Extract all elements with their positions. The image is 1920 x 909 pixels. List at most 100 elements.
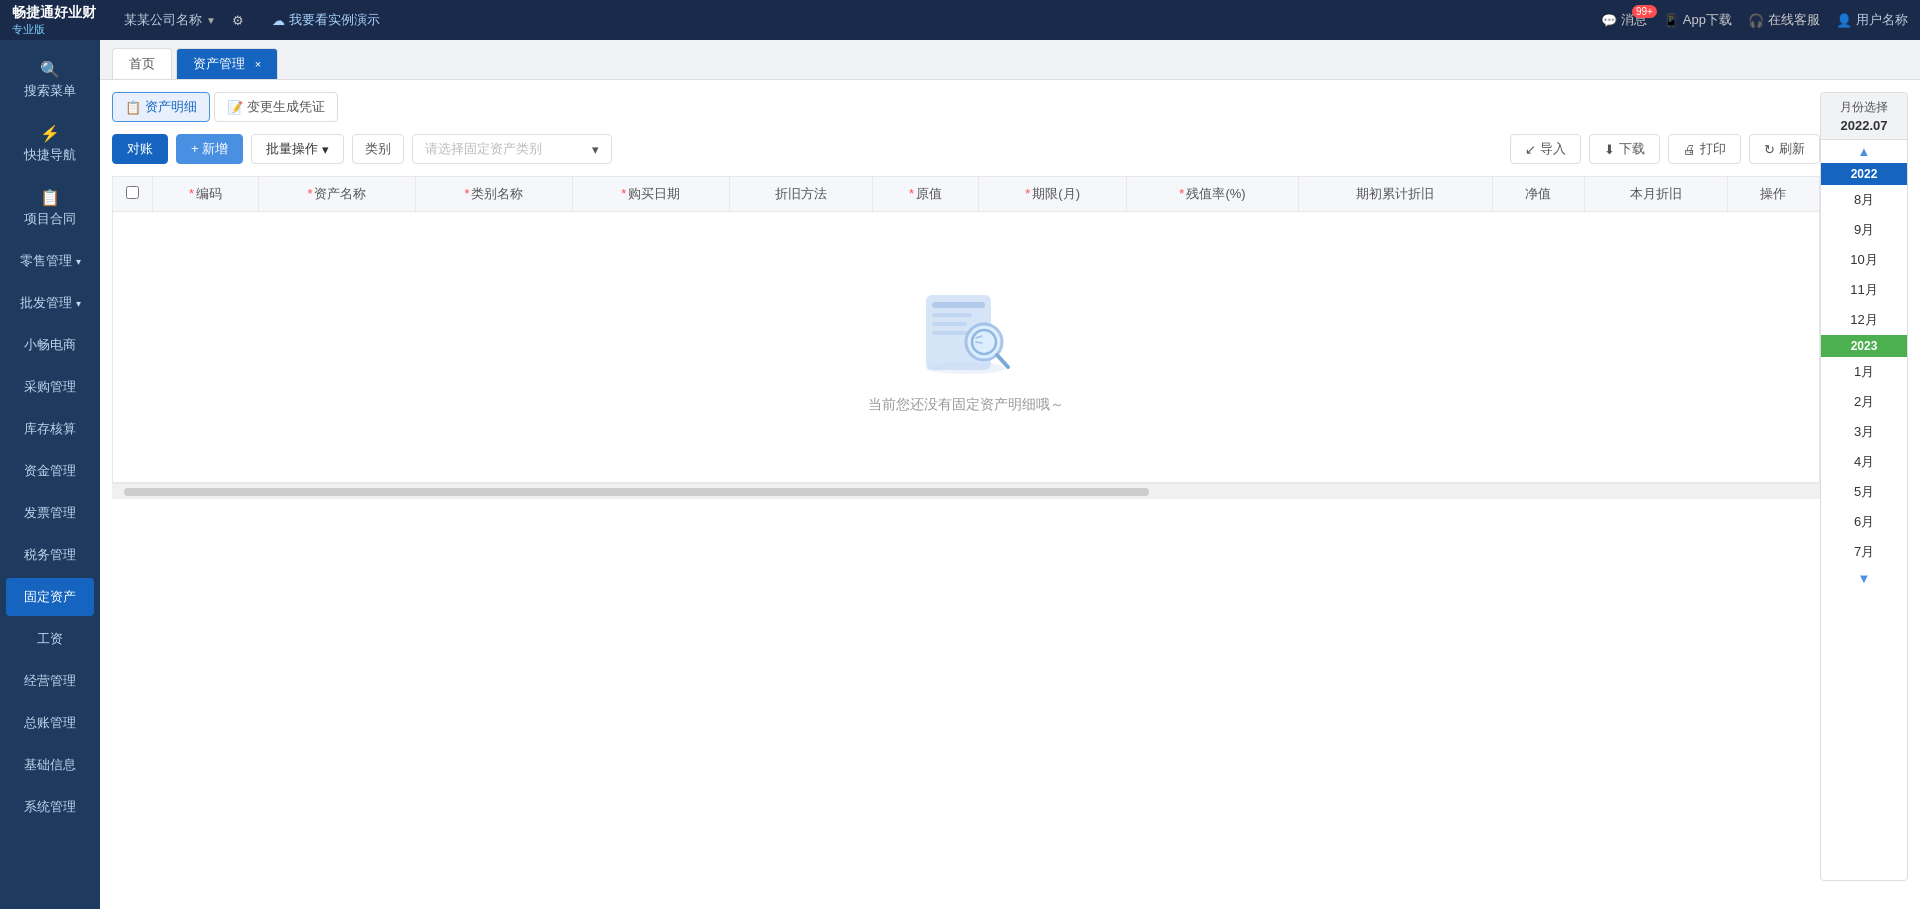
sidebar-label-search: 搜索菜单: [24, 82, 76, 100]
sidebar-item-system[interactable]: 系统管理: [6, 788, 94, 826]
app-download-button[interactable]: 📱 App下载: [1663, 11, 1732, 29]
download-button[interactable]: ⬇ 下载: [1589, 134, 1660, 164]
sidebar-item-ledger[interactable]: 总账管理: [6, 704, 94, 742]
sidebar-item-operations[interactable]: 经营管理: [6, 662, 94, 700]
sidebar-item-search[interactable]: 🔍 搜索菜单: [6, 50, 94, 110]
sidebar-label-purchase: 采购管理: [24, 378, 76, 396]
user-menu[interactable]: 👤 用户名称: [1836, 11, 1908, 29]
print-label: 打印: [1700, 140, 1726, 158]
month-2023-5[interactable]: 5月: [1821, 477, 1907, 507]
sub-tab-detail-label: 资产明细: [145, 98, 197, 116]
horizontal-scrollbar[interactable]: [112, 483, 1820, 499]
tab-asset-management[interactable]: 资产管理 ×: [176, 48, 278, 79]
month-2023-2[interactable]: 2月: [1821, 387, 1907, 417]
download-label: 下载: [1619, 140, 1645, 158]
month-2022-11[interactable]: 11月: [1821, 275, 1907, 305]
month-2022-8[interactable]: 8月: [1821, 185, 1907, 215]
import-button[interactable]: ↙ 导入: [1510, 134, 1581, 164]
close-tab-icon[interactable]: ×: [255, 58, 261, 70]
month-next-btn[interactable]: ▼: [1821, 567, 1907, 590]
month-2023-3[interactable]: 3月: [1821, 417, 1907, 447]
sidebar-item-fixed-assets[interactable]: 固定资产: [6, 578, 94, 616]
svg-rect-3: [932, 313, 972, 317]
reconcile-label: 对账: [127, 140, 153, 158]
month-panel: 月份选择 2022.07 ▲ 2022 8月 9月 10月 11月 12月 20…: [1820, 92, 1908, 881]
sidebar-label-tax: 税务管理: [24, 546, 76, 564]
demo-text: 我要看实例演示: [289, 11, 380, 29]
reconcile-button[interactable]: 对账: [112, 134, 168, 164]
message-icon: 💬: [1601, 13, 1617, 28]
month-2022-9[interactable]: 9月: [1821, 215, 1907, 245]
quick-nav-icon: ⚡: [40, 124, 60, 143]
add-label: + 新增: [191, 140, 228, 158]
sidebar-label-ledger: 总账管理: [24, 714, 76, 732]
refresh-button[interactable]: ↻ 刷新: [1749, 134, 1820, 164]
empty-state: 当前您还没有固定资产明细哦～: [123, 220, 1809, 474]
sidebar-label-quick-nav: 快捷导航: [24, 146, 76, 164]
chevron-down-icon: ▼: [206, 15, 216, 26]
company-selector[interactable]: 某某公司名称 ▼: [124, 11, 216, 29]
sidebar-label-basic-info: 基础信息: [24, 756, 76, 774]
sidebar-item-finance[interactable]: 资金管理: [6, 452, 94, 490]
print-icon: 🖨: [1683, 142, 1696, 157]
month-2022-10[interactable]: 10月: [1821, 245, 1907, 275]
select-all-checkbox[interactable]: [126, 186, 139, 199]
category-filter[interactable]: 类别: [352, 134, 404, 164]
month-2023-4[interactable]: 4月: [1821, 447, 1907, 477]
tab-asset-label: 资产管理: [193, 56, 245, 71]
sub-tab-asset-detail[interactable]: 📋 资产明细: [112, 92, 210, 122]
sidebar-item-salary[interactable]: 工资: [6, 620, 94, 658]
settings-icon[interactable]: ⚙: [232, 13, 244, 28]
col-name: *资产名称: [258, 177, 415, 212]
headset-icon: 🎧: [1748, 13, 1764, 28]
chevron-down-icon: ▾: [76, 256, 81, 267]
search-icon: 🔍: [40, 60, 60, 79]
col-category: *类别名称: [415, 177, 572, 212]
sidebar-item-wholesale[interactable]: 批发管理 ▾: [6, 284, 94, 322]
import-icon: ↙: [1525, 142, 1536, 157]
sub-tab-change-voucher[interactable]: 📝 变更生成凭证: [214, 92, 338, 122]
sub-tabs: 📋 资产明细 📝 变更生成凭证: [112, 92, 1820, 122]
demo-link[interactable]: ☁ 我要看实例演示: [272, 11, 380, 29]
sidebar-label-retail: 零售管理: [20, 252, 72, 270]
sidebar-item-project[interactable]: 📋 项目合同: [6, 178, 94, 238]
brand-area: 畅捷通好业财 专业版: [12, 4, 96, 37]
message-button[interactable]: 💬 消息 99+: [1601, 11, 1647, 29]
checkbox-col-header[interactable]: [113, 177, 153, 212]
sidebar-item-purchase[interactable]: 采购管理: [6, 368, 94, 406]
sidebar: 🔍 搜索菜单 ⚡ 快捷导航 📋 项目合同 零售管理 ▾ 批发管理 ▾ 小畅电商: [0, 40, 100, 909]
col-monthly-depreciation: 本月折旧: [1584, 177, 1727, 212]
month-2023-6[interactable]: 6月: [1821, 507, 1907, 537]
sidebar-item-retail[interactable]: 零售管理 ▾: [6, 242, 94, 280]
month-2023-7[interactable]: 7月: [1821, 537, 1907, 567]
batch-button[interactable]: 批量操作 ▾: [251, 134, 344, 164]
empty-text: 当前您还没有固定资产明细哦～: [868, 396, 1064, 414]
month-2022-12[interactable]: 12月: [1821, 305, 1907, 335]
refresh-icon: ↻: [1764, 142, 1775, 157]
page-content: 📋 资产明细 📝 变更生成凭证 对账 + 新增: [100, 80, 1920, 909]
chevron-down-icon: ▾: [322, 142, 329, 157]
sidebar-item-invoice[interactable]: 发票管理: [6, 494, 94, 532]
sidebar-item-quick-nav[interactable]: ⚡ 快捷导航: [6, 114, 94, 174]
sidebar-item-inventory[interactable]: 库存核算: [6, 410, 94, 448]
month-2023-1[interactable]: 1月: [1821, 357, 1907, 387]
print-button[interactable]: 🖨 打印: [1668, 134, 1741, 164]
month-prev-btn[interactable]: ▲: [1821, 140, 1907, 163]
sidebar-item-basic-info[interactable]: 基础信息: [6, 746, 94, 784]
sidebar-label-operations: 经营管理: [24, 672, 76, 690]
sidebar-label-inventory: 库存核算: [24, 420, 76, 438]
category-select-dropdown[interactable]: 请选择固定资产类别 ▾: [412, 134, 612, 164]
svg-rect-4: [932, 322, 967, 326]
col-purchase-date: *购买日期: [572, 177, 729, 212]
online-service-button[interactable]: 🎧 在线客服: [1748, 11, 1820, 29]
online-service-label: 在线客服: [1768, 11, 1820, 29]
add-button[interactable]: + 新增: [176, 134, 243, 164]
sidebar-item-ecommerce[interactable]: 小畅电商: [6, 326, 94, 364]
scrollbar-thumb[interactable]: [124, 488, 1149, 496]
sidebar-item-tax[interactable]: 税务管理: [6, 536, 94, 574]
content-area: 首页 资产管理 × 📋 资产明细 📝 变更生成凭证: [100, 40, 1920, 909]
col-net-value: 净值: [1492, 177, 1584, 212]
tab-home[interactable]: 首页: [112, 48, 172, 79]
batch-label: 批量操作: [266, 140, 318, 158]
sub-tab-voucher-label: 变更生成凭证: [247, 98, 325, 116]
